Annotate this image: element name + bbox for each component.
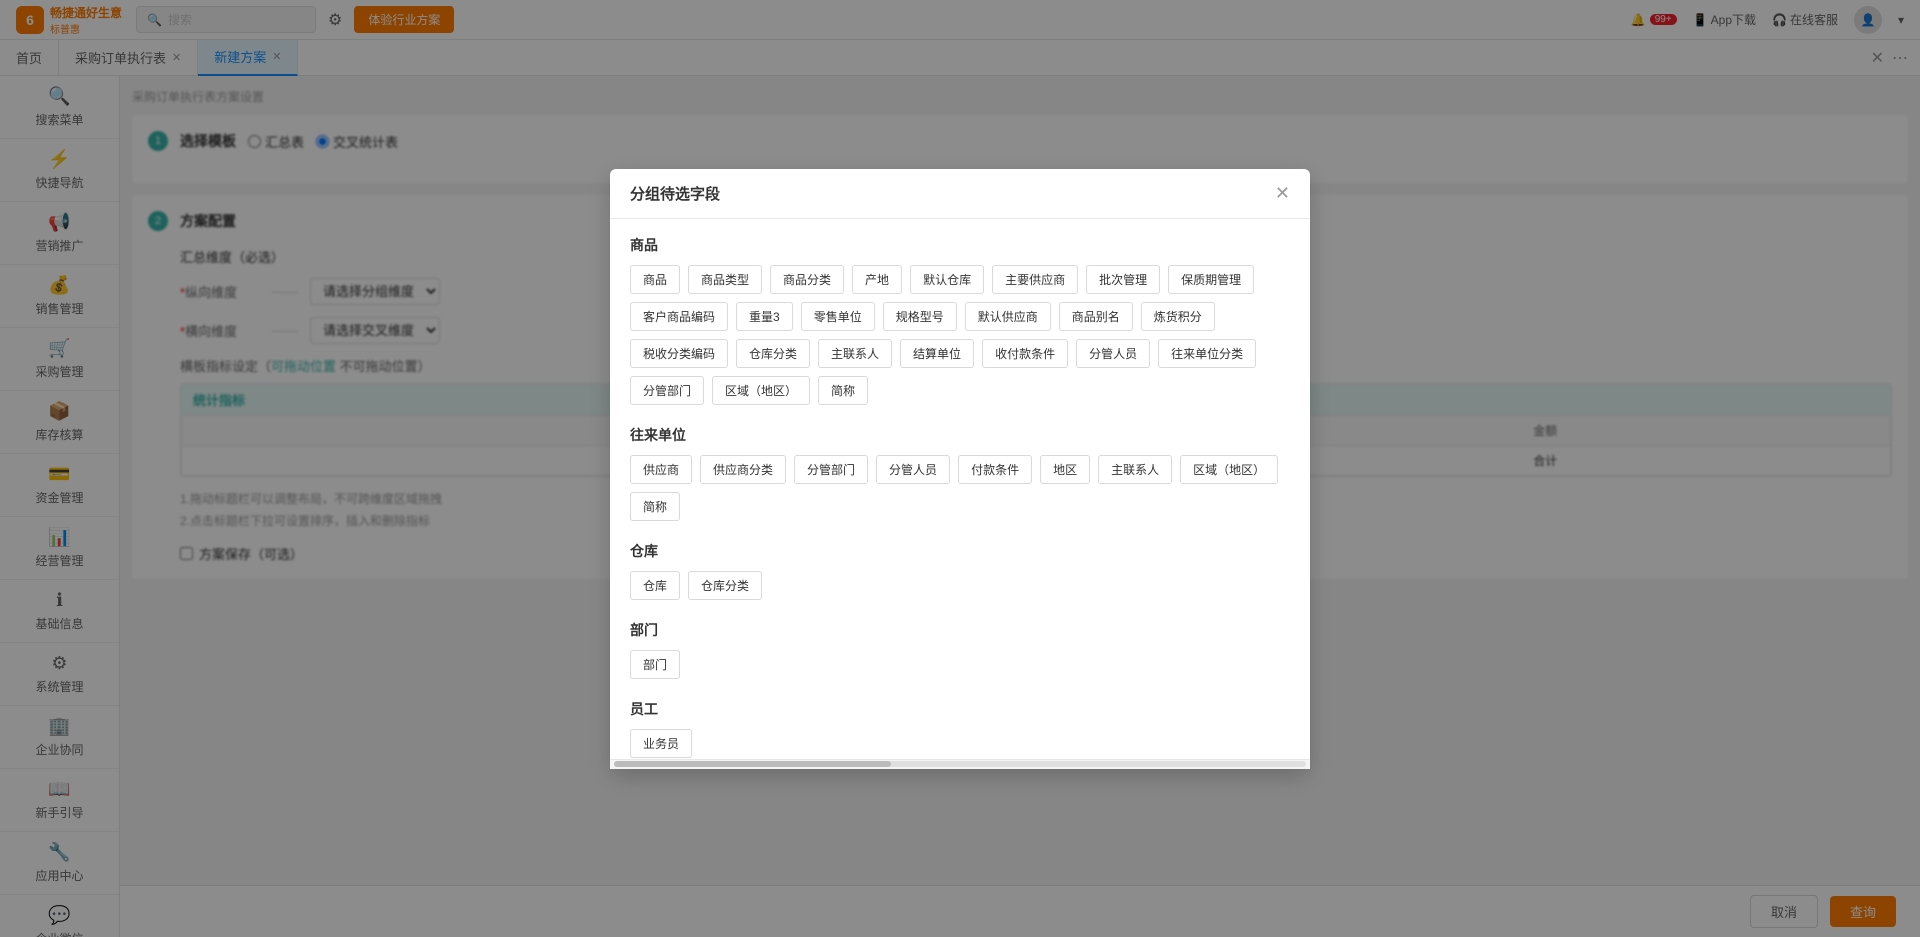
tag-weight3[interactable]: 重量3 <box>736 302 793 331</box>
employee-tags: 业务员 <box>630 729 1290 758</box>
tag-product[interactable]: 商品 <box>630 265 680 294</box>
modal-horizontal-scrollbar[interactable] <box>610 759 1310 768</box>
tag-short-name[interactable]: 简称 <box>818 376 868 405</box>
tag-dept3[interactable]: 部门 <box>630 650 680 679</box>
tag-points[interactable]: 炼货积分 <box>1141 302 1215 331</box>
tag-retail-unit[interactable]: 零售单位 <box>801 302 875 331</box>
partner-tags: 供应商 供应商分类 分管部门 分管人员 付款条件 地区 主联系人 区域（地区） … <box>630 455 1290 521</box>
hscroll-thumb <box>614 761 891 767</box>
tag-partner-category[interactable]: 往来单位分类 <box>1158 339 1256 368</box>
tag-main-supplier[interactable]: 主要供应商 <box>992 265 1078 294</box>
tag-supervisor[interactable]: 分管人员 <box>1076 339 1150 368</box>
tag-origin[interactable]: 产地 <box>852 265 902 294</box>
tag-supplier[interactable]: 供应商 <box>630 455 692 484</box>
tag-main-contact[interactable]: 主联系人 <box>818 339 892 368</box>
tag-default-warehouse[interactable]: 默认仓库 <box>910 265 984 294</box>
tag-warehouse-category[interactable]: 仓库分类 <box>736 339 810 368</box>
tag-settlement-unit[interactable]: 结算单位 <box>900 339 974 368</box>
field-section-dept: 部门 部门 <box>630 620 1290 679</box>
modal-dialog: 分组待选字段 ✕ 商品 商品 商品类型 商品分类 产地 默认仓库 主要供应商 批… <box>610 169 1310 769</box>
tag-warehouse-cat[interactable]: 仓库分类 <box>688 571 762 600</box>
tag-main-contact2[interactable]: 主联系人 <box>1098 455 1172 484</box>
tag-default-supplier[interactable]: 默认供应商 <box>965 302 1051 331</box>
tag-warehouse[interactable]: 仓库 <box>630 571 680 600</box>
tag-region-area[interactable]: 区域（地区） <box>1180 455 1278 484</box>
modal-close-button[interactable]: ✕ <box>1275 183 1290 204</box>
tag-spec-model[interactable]: 规格型号 <box>883 302 957 331</box>
modal-header: 分组待选字段 ✕ <box>610 169 1310 219</box>
tag-dept[interactable]: 分管部门 <box>630 376 704 405</box>
modal-title: 分组待选字段 <box>630 183 720 204</box>
section-title-dept: 部门 <box>630 620 1290 640</box>
product-tags: 商品 商品类型 商品分类 产地 默认仓库 主要供应商 批次管理 保质期管理 客户… <box>630 265 1290 405</box>
field-section-warehouse: 仓库 仓库 仓库分类 <box>630 541 1290 600</box>
field-section-product: 商品 商品 商品类型 商品分类 产地 默认仓库 主要供应商 批次管理 保质期管理… <box>630 235 1290 405</box>
tag-product-alias[interactable]: 商品别名 <box>1059 302 1133 331</box>
tag-region[interactable]: 区域（地区） <box>712 376 810 405</box>
modal-overlay: 分组待选字段 ✕ 商品 商品 商品类型 商品分类 产地 默认仓库 主要供应商 批… <box>0 0 1920 937</box>
field-section-employee: 员工 业务员 <box>630 699 1290 758</box>
dept-tags: 部门 <box>630 650 1290 679</box>
tag-payment-cond[interactable]: 付款条件 <box>958 455 1032 484</box>
tag-tax-code[interactable]: 税收分类编码 <box>630 339 728 368</box>
tag-payment-terms[interactable]: 收付款条件 <box>982 339 1068 368</box>
section-title-partner: 往来单位 <box>630 425 1290 445</box>
tag-product-type[interactable]: 商品类型 <box>688 265 762 294</box>
warehouse-tags: 仓库 仓库分类 <box>630 571 1290 600</box>
section-title-warehouse: 仓库 <box>630 541 1290 561</box>
section-title-employee: 员工 <box>630 699 1290 719</box>
tag-customer-code[interactable]: 客户商品编码 <box>630 302 728 331</box>
section-title-product: 商品 <box>630 235 1290 255</box>
tag-supervisor2[interactable]: 分管人员 <box>876 455 950 484</box>
tag-shelf-life[interactable]: 保质期管理 <box>1168 265 1254 294</box>
tag-supplier-category[interactable]: 供应商分类 <box>700 455 786 484</box>
tag-batch-mgmt[interactable]: 批次管理 <box>1086 265 1160 294</box>
modal-body[interactable]: 商品 商品 商品类型 商品分类 产地 默认仓库 主要供应商 批次管理 保质期管理… <box>610 219 1310 760</box>
field-section-partner: 往来单位 供应商 供应商分类 分管部门 分管人员 付款条件 地区 主联系人 区域… <box>630 425 1290 521</box>
hscroll-track <box>614 761 1306 767</box>
tag-region2[interactable]: 地区 <box>1040 455 1090 484</box>
tag-salesperson[interactable]: 业务员 <box>630 729 692 758</box>
tag-product-category[interactable]: 商品分类 <box>770 265 844 294</box>
tag-short-name2[interactable]: 简称 <box>630 492 680 521</box>
tag-dept2[interactable]: 分管部门 <box>794 455 868 484</box>
